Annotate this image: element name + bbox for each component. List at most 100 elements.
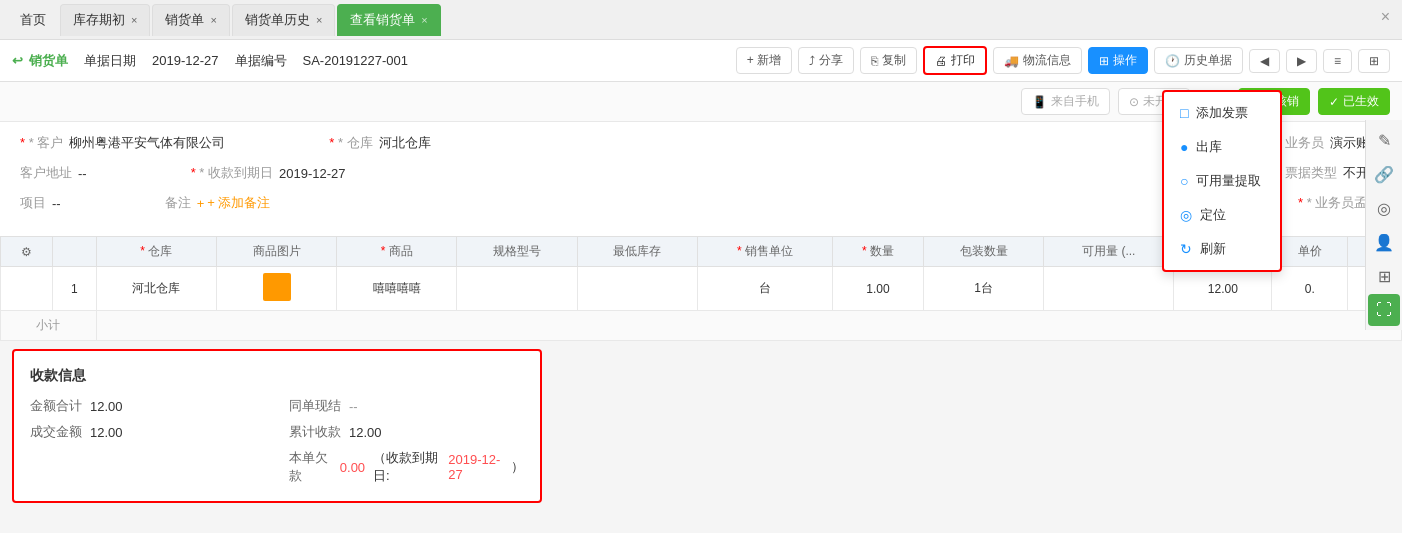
from-phone-label: 来自手机	[1051, 93, 1099, 110]
copy-icon: ⎘	[871, 54, 878, 68]
cumulative-value: 12.00	[349, 425, 382, 440]
ship-out-label: 出库	[1196, 138, 1222, 156]
row-product-img	[216, 267, 336, 311]
menu-ship-out[interactable]: ● 出库	[1164, 130, 1280, 164]
address-value: --	[78, 166, 87, 181]
menu-refresh[interactable]: ↻ 刷新	[1164, 232, 1280, 266]
tab-inventory-init[interactable]: 库存期初 ×	[60, 4, 150, 36]
cumulative-label: 累计收款	[289, 423, 341, 441]
balance-note-end: ）	[511, 458, 524, 476]
view1-button[interactable]: ≡	[1323, 49, 1352, 73]
customer-field: * * 客户 柳州粤港平安气体有限公司	[20, 134, 225, 152]
tab-home[interactable]: 首页	[8, 4, 58, 36]
row-settings	[1, 267, 53, 311]
locate-icon: ◎	[1180, 207, 1192, 223]
tab-view-sales[interactable]: 查看销货单 ×	[337, 4, 440, 36]
effective-button[interactable]: ✓ 已生效	[1318, 88, 1390, 115]
sidebar-edit-icon[interactable]: ✎	[1368, 124, 1400, 156]
row-product: 嘻嘻嘻嘻	[337, 267, 457, 311]
warehouse-value[interactable]: 河北仓库	[379, 134, 431, 152]
refresh-icon: ↻	[1180, 241, 1192, 257]
menu-locate[interactable]: ◎ 定位	[1164, 198, 1280, 232]
copy-button[interactable]: ⎘ 复制	[860, 47, 917, 74]
phone-icon: 📱	[1032, 95, 1047, 109]
row-warehouse: 河北仓库	[96, 267, 216, 311]
sales-rep-label: * * 业务员孟	[1298, 194, 1367, 212]
tab-sales-label: 销货单	[165, 11, 204, 29]
sidebar-table-icon[interactable]: ⊞	[1368, 260, 1400, 292]
add-note-icon: +	[197, 196, 205, 211]
logistics-button[interactable]: 🚚 物流信息	[993, 47, 1082, 74]
menu-add-invoice[interactable]: □ 添加发票	[1164, 96, 1280, 130]
number-label: 单据编号	[235, 52, 287, 70]
row-min-stock	[577, 267, 697, 311]
due-date-label: * * 收款到期日	[191, 164, 273, 182]
view2-button[interactable]: ⊞	[1358, 49, 1390, 73]
new-button[interactable]: + 新增	[736, 47, 792, 74]
transaction-value: 12.00	[90, 425, 123, 440]
tab-sales-order[interactable]: 销货单 ×	[152, 4, 229, 36]
prev-button[interactable]: ◀	[1249, 49, 1280, 73]
payment-info: 收款信息 金额合计 12.00 同单现结 -- 成交金额 12.00 累计收款 …	[12, 349, 542, 503]
sidebar-user-icon[interactable]: 👤	[1368, 226, 1400, 258]
row-unit-price: 0.	[1272, 267, 1348, 311]
project-field: 项目 --	[20, 194, 61, 212]
operations-button[interactable]: ⊞ 操作	[1088, 47, 1148, 74]
balance-note: （收款到期日:	[373, 449, 440, 485]
sidebar-circle-icon[interactable]: ◎	[1368, 192, 1400, 224]
balance-spacer	[30, 449, 265, 485]
share-icon: ⤴	[809, 54, 815, 68]
operations-label: 操作	[1113, 52, 1137, 69]
add-note-button[interactable]: + + 添加备注	[197, 194, 271, 212]
single-settlement-row: 同单现结 --	[289, 397, 524, 415]
toolbar: ↩ 销货单 单据日期 2019-12-27 单据编号 SA-20191227-0…	[0, 40, 1402, 82]
refresh-label: 刷新	[1200, 240, 1226, 258]
address-field: 客户地址 --	[20, 164, 87, 182]
address-label: 客户地址	[20, 164, 72, 182]
balance-date: 2019-12-27	[448, 452, 503, 482]
note-label: 备注	[165, 194, 191, 212]
window-close-button[interactable]: ×	[1381, 8, 1390, 26]
row-qty: 1.00	[833, 267, 924, 311]
sidebar-link-icon[interactable]: 🔗	[1368, 158, 1400, 190]
add-note-label: + 添加备注	[207, 194, 270, 212]
tab-sales-close[interactable]: ×	[210, 14, 216, 26]
share-button[interactable]: ⤴ 分享	[798, 47, 854, 74]
subtotal-label: 小计	[1, 311, 97, 341]
copy-label: 复制	[882, 52, 906, 69]
cumulative-row: 累计收款 12.00	[289, 423, 524, 441]
history-button[interactable]: 🕐 历史单据	[1154, 47, 1243, 74]
doc-type-symbol: ↩	[12, 53, 23, 68]
row-spec	[457, 267, 577, 311]
subtotal-row: 小计	[1, 311, 1402, 341]
from-phone-button[interactable]: 📱 来自手机	[1021, 88, 1110, 115]
operations-dropdown: □ 添加发票 ● 出库 ○ 可用量提取 ◎ 定位 ↻ 刷新	[1162, 90, 1282, 272]
history-icon: 🕐	[1165, 54, 1180, 68]
tab-inventory-close[interactable]: ×	[131, 14, 137, 26]
due-date-value[interactable]: 2019-12-27	[279, 166, 346, 181]
menu-available-qty[interactable]: ○ 可用量提取	[1164, 164, 1280, 198]
total-row: 金额合计 12.00	[30, 397, 265, 415]
balance-value: 0.00	[340, 460, 365, 475]
print-label: 打印	[951, 52, 975, 69]
subtotal-values	[96, 311, 1401, 341]
number-value: SA-20191227-001	[303, 53, 409, 68]
print-button[interactable]: 🖨 打印	[923, 46, 987, 75]
table-row: 1 河北仓库 嘻嘻嘻嘻 台 1.00 1台 12.00 0.	[1, 267, 1402, 311]
payment-grid: 金额合计 12.00 同单现结 -- 成交金额 12.00 累计收款 12.00…	[30, 397, 524, 485]
customer-value[interactable]: 柳州粤港平安气体有限公司	[69, 134, 225, 152]
tab-history-close[interactable]: ×	[316, 14, 322, 26]
tab-view-close[interactable]: ×	[421, 14, 427, 26]
tab-sales-history[interactable]: 销货单历史 ×	[232, 4, 335, 36]
col-unit: * 销售单位	[698, 237, 833, 267]
sidebar-expand-icon[interactable]: ⛶	[1368, 294, 1400, 326]
col-product-img: 商品图片	[216, 237, 336, 267]
col-settings[interactable]: ⚙	[1, 237, 53, 267]
tab-history-label: 销货单历史	[245, 11, 310, 29]
col-warehouse: * 仓库	[96, 237, 216, 267]
col-spec: 规格型号	[457, 237, 577, 267]
print-icon: 🖨	[935, 54, 947, 68]
row-pack-qty: 1台	[923, 267, 1043, 311]
next-button[interactable]: ▶	[1286, 49, 1317, 73]
transaction-label: 成交金额	[30, 423, 82, 441]
